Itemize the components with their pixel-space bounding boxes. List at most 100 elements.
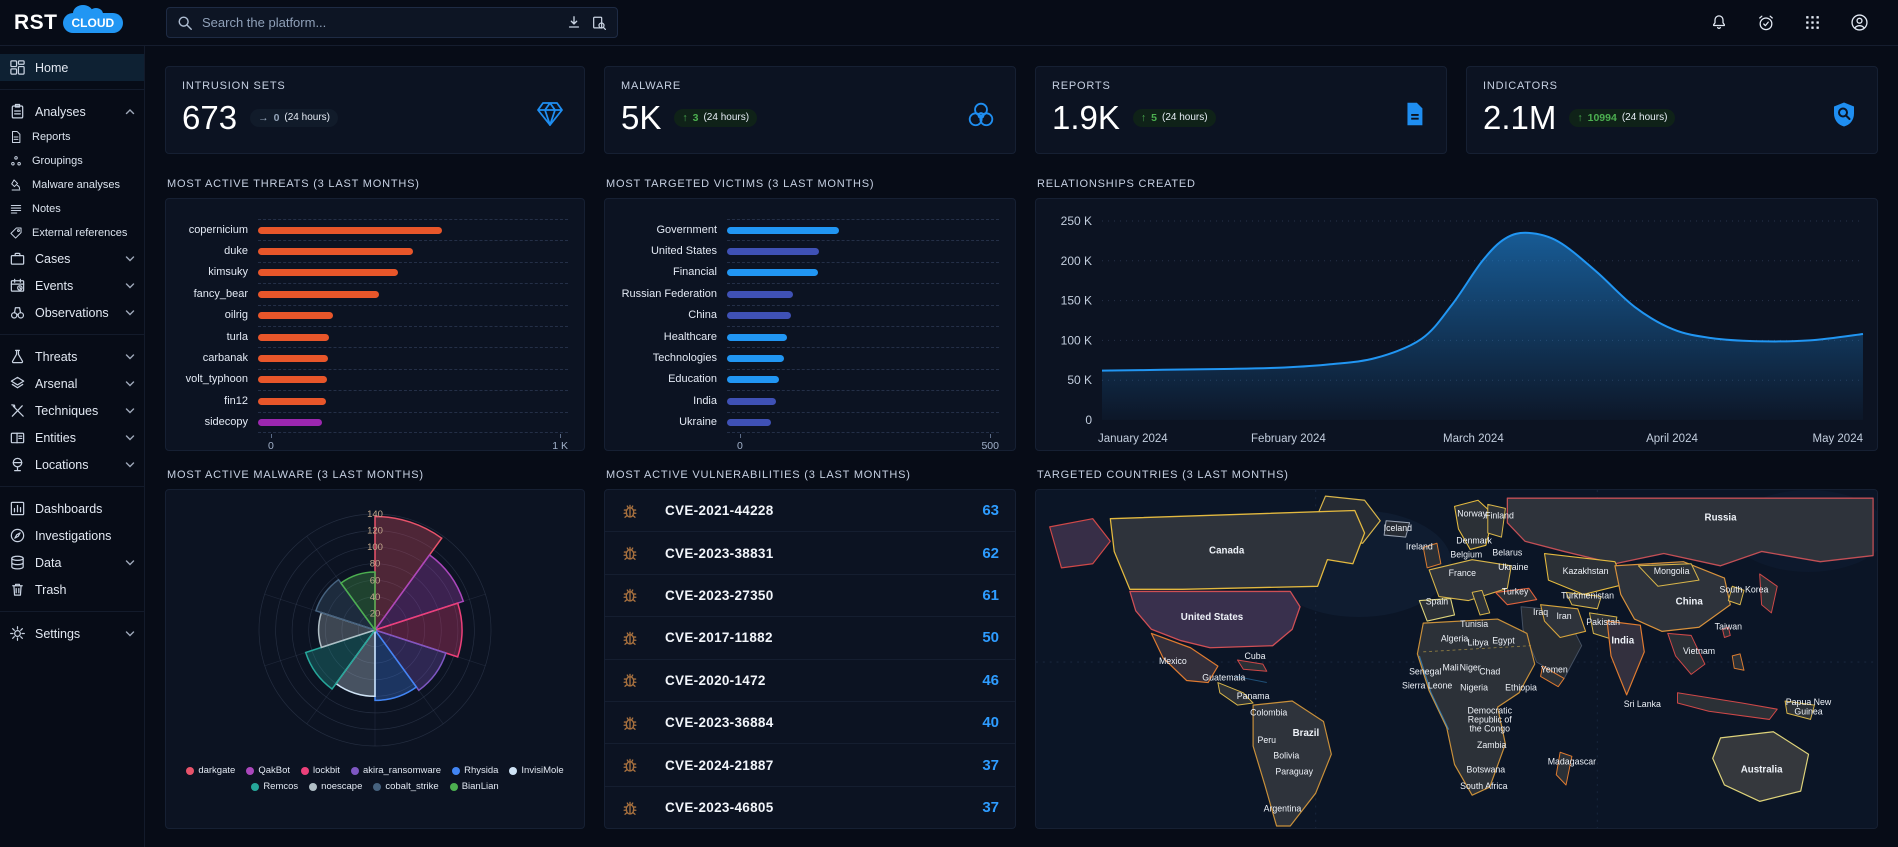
sidebar-item-cases[interactable]: Cases xyxy=(0,245,144,272)
legend-item-remcos[interactable]: Remcos xyxy=(251,781,298,792)
cases-icon xyxy=(9,250,26,267)
sidebar-item-external-references[interactable]: External references xyxy=(0,221,144,245)
sidebar-item-label: Dashboards xyxy=(35,502,102,516)
apps-grid-icon[interactable] xyxy=(1803,13,1822,32)
search-input[interactable] xyxy=(202,15,557,30)
x-tick-label: May 2024 xyxy=(1812,433,1863,445)
sidebar-item-label: Notes xyxy=(32,203,61,215)
reports-icon xyxy=(9,130,23,144)
stat-card-value: 673 xyxy=(182,101,237,134)
chevron-up-icon xyxy=(125,108,135,115)
sidebar-item-settings[interactable]: Settings xyxy=(0,620,144,647)
legend-item-lockbit[interactable]: lockbit xyxy=(301,765,340,776)
sidebar-item-malware-analyses[interactable]: Malware analyses xyxy=(0,173,144,197)
sidebar-item-reports[interactable]: Reports xyxy=(0,125,144,149)
legend-item-qakbot[interactable]: QakBot xyxy=(246,765,290,776)
vulnerability-row-cve-2020-1472[interactable]: CVE-2020-147246 xyxy=(605,660,1015,702)
stat-card-indicators[interactable]: INDICATORS2.1M↑10994(24 hours) xyxy=(1466,66,1878,154)
legend-label: akira_ransomware xyxy=(363,765,441,776)
bar-label: Government xyxy=(615,224,727,236)
y-tick-label: 200 K xyxy=(1061,254,1092,268)
chevron-down-icon xyxy=(125,255,135,262)
sidebar-item-label: Data xyxy=(35,556,61,570)
bar-label: oilrig xyxy=(176,309,258,321)
sidebar-item-trash[interactable]: Trash xyxy=(0,576,144,603)
external-references-icon xyxy=(9,226,23,240)
legend-item-noescape[interactable]: noescape xyxy=(309,781,362,792)
legend-item-cobalt-strike[interactable]: cobalt_strike xyxy=(373,781,438,792)
sidebar-item-threats[interactable]: Threats xyxy=(0,343,144,370)
vulnerability-row-cve-2023-46805[interactable]: CVE-2023-4680537 xyxy=(605,787,1015,829)
country-label-sierra-leone: Sierra Leone xyxy=(1402,681,1452,691)
legend-item-rhysida[interactable]: Rhysida xyxy=(452,765,498,776)
x-tick-label: March 2024 xyxy=(1443,433,1504,445)
vulnerability-row-cve-2021-44228[interactable]: CVE-2021-4422863 xyxy=(605,490,1015,532)
panel-targeted-countries: TARGETED COUNTRIES (3 LAST MONTHS) Canad… xyxy=(1035,469,1878,829)
account-icon[interactable] xyxy=(1849,12,1870,33)
world-map: CanadaUnited StatesMexicoCubaGuatemalaPa… xyxy=(1036,490,1877,828)
threats-icon xyxy=(9,348,26,365)
sidebar-item-events[interactable]: Events xyxy=(0,272,144,299)
sidebar-item-home[interactable]: Home xyxy=(0,54,144,81)
legend-item-invisimole[interactable]: InvisiMole xyxy=(509,765,563,776)
notes-icon xyxy=(9,202,23,216)
bar-russian-federation xyxy=(727,291,793,298)
cve-count: 50 xyxy=(982,629,999,646)
rst-cloud-logo[interactable]: RST CLOUD xyxy=(14,11,146,35)
stat-delta-badge: ↑3(24 hours) xyxy=(674,109,757,127)
sidebar-item-groupings[interactable]: Groupings xyxy=(0,149,144,173)
bar-row-sidecopy: sidecopy xyxy=(176,412,568,433)
stat-card-title: REPORTS xyxy=(1052,80,1430,92)
country-label-tunisia: Tunisia xyxy=(1460,619,1488,629)
global-search[interactable] xyxy=(166,7,618,38)
country-label-vietnam: Vietnam xyxy=(1683,646,1715,656)
bar-label: China xyxy=(615,309,727,321)
country-label-mexico: Mexico xyxy=(1159,656,1187,666)
malware-analyses-icon xyxy=(9,178,23,192)
trend-up-arrow-icon: ↑ xyxy=(1141,112,1146,124)
stat-card-intrusion-sets[interactable]: INTRUSION SETS673→0(24 hours) xyxy=(165,66,585,154)
country-label-kazakhstan: Kazakhstan xyxy=(1563,566,1609,576)
panel-title: MOST ACTIVE MALWARE (3 LAST MONTHS) xyxy=(167,469,585,481)
panel-most-targeted-victims: MOST TARGETED VICTIMS (3 LAST MONTHS) Go… xyxy=(604,178,1016,451)
stat-card-malware[interactable]: MALWARE5K↑3(24 hours) xyxy=(604,66,1016,154)
sidebar-item-entities[interactable]: Entities xyxy=(0,424,144,451)
sidebar-item-observations[interactable]: Observations xyxy=(0,299,144,326)
victims-bar-chart: GovernmentUnited StatesFinancialRussian … xyxy=(604,198,1016,451)
bar-label: Technologies xyxy=(615,352,727,364)
vulnerability-row-cve-2024-21887[interactable]: CVE-2024-2188737 xyxy=(605,744,1015,786)
panel-title: TARGETED COUNTRIES (3 LAST MONTHS) xyxy=(1037,469,1878,481)
sidebar-item-investigations[interactable]: Investigations xyxy=(0,522,144,549)
bar-copernicium xyxy=(258,227,442,234)
legend-item-bianlian[interactable]: BianLian xyxy=(450,781,499,792)
vulnerability-row-cve-2023-38831[interactable]: CVE-2023-3883162 xyxy=(605,532,1015,574)
tasks-clock-icon[interactable] xyxy=(1756,13,1776,33)
advanced-search-icon[interactable] xyxy=(591,15,607,31)
sidebar-item-locations[interactable]: Locations xyxy=(0,451,144,478)
sidebar-item-data[interactable]: Data xyxy=(0,549,144,576)
trend-flat-arrow-icon: → xyxy=(258,112,269,124)
sidebar-item-analyses[interactable]: Analyses xyxy=(0,98,144,125)
legend-item-darkgate[interactable]: darkgate xyxy=(186,765,235,776)
stat-delta-badge: ↑5(24 hours) xyxy=(1133,109,1216,127)
chevron-down-icon xyxy=(125,282,135,289)
stat-card-reports[interactable]: REPORTS1.9K↑5(24 hours) xyxy=(1035,66,1447,154)
legend-dot xyxy=(373,783,381,791)
legend-label: Rhysida xyxy=(464,765,498,776)
vulnerability-row-cve-2023-27350[interactable]: CVE-2023-2735061 xyxy=(605,575,1015,617)
sidebar-item-techniques[interactable]: Techniques xyxy=(0,397,144,424)
sidebar-item-arsenal[interactable]: Arsenal xyxy=(0,370,144,397)
vulnerability-row-cve-2017-11882[interactable]: CVE-2017-11882 50 xyxy=(605,617,1015,659)
country-label-south-korea: South Korea xyxy=(1720,584,1769,594)
legend-dot xyxy=(301,767,309,775)
malware-legend: darkgate QakBot lockbit akira_ransomware Rhy… xyxy=(166,763,584,792)
bulk-search-icon[interactable] xyxy=(566,15,582,31)
legend-item-akira-ransomware[interactable]: akira_ransomware xyxy=(351,765,441,776)
country-label-china: China xyxy=(1676,597,1704,608)
locations-icon xyxy=(9,456,26,473)
notifications-bell-icon[interactable] xyxy=(1709,13,1729,33)
sidebar-item-notes[interactable]: Notes xyxy=(0,197,144,221)
sidebar-item-dashboards[interactable]: Dashboards xyxy=(0,495,144,522)
cve-id: CVE-2017-11882 xyxy=(665,630,773,645)
vulnerability-row-cve-2023-36884[interactable]: CVE-2023-3688440 xyxy=(605,702,1015,744)
